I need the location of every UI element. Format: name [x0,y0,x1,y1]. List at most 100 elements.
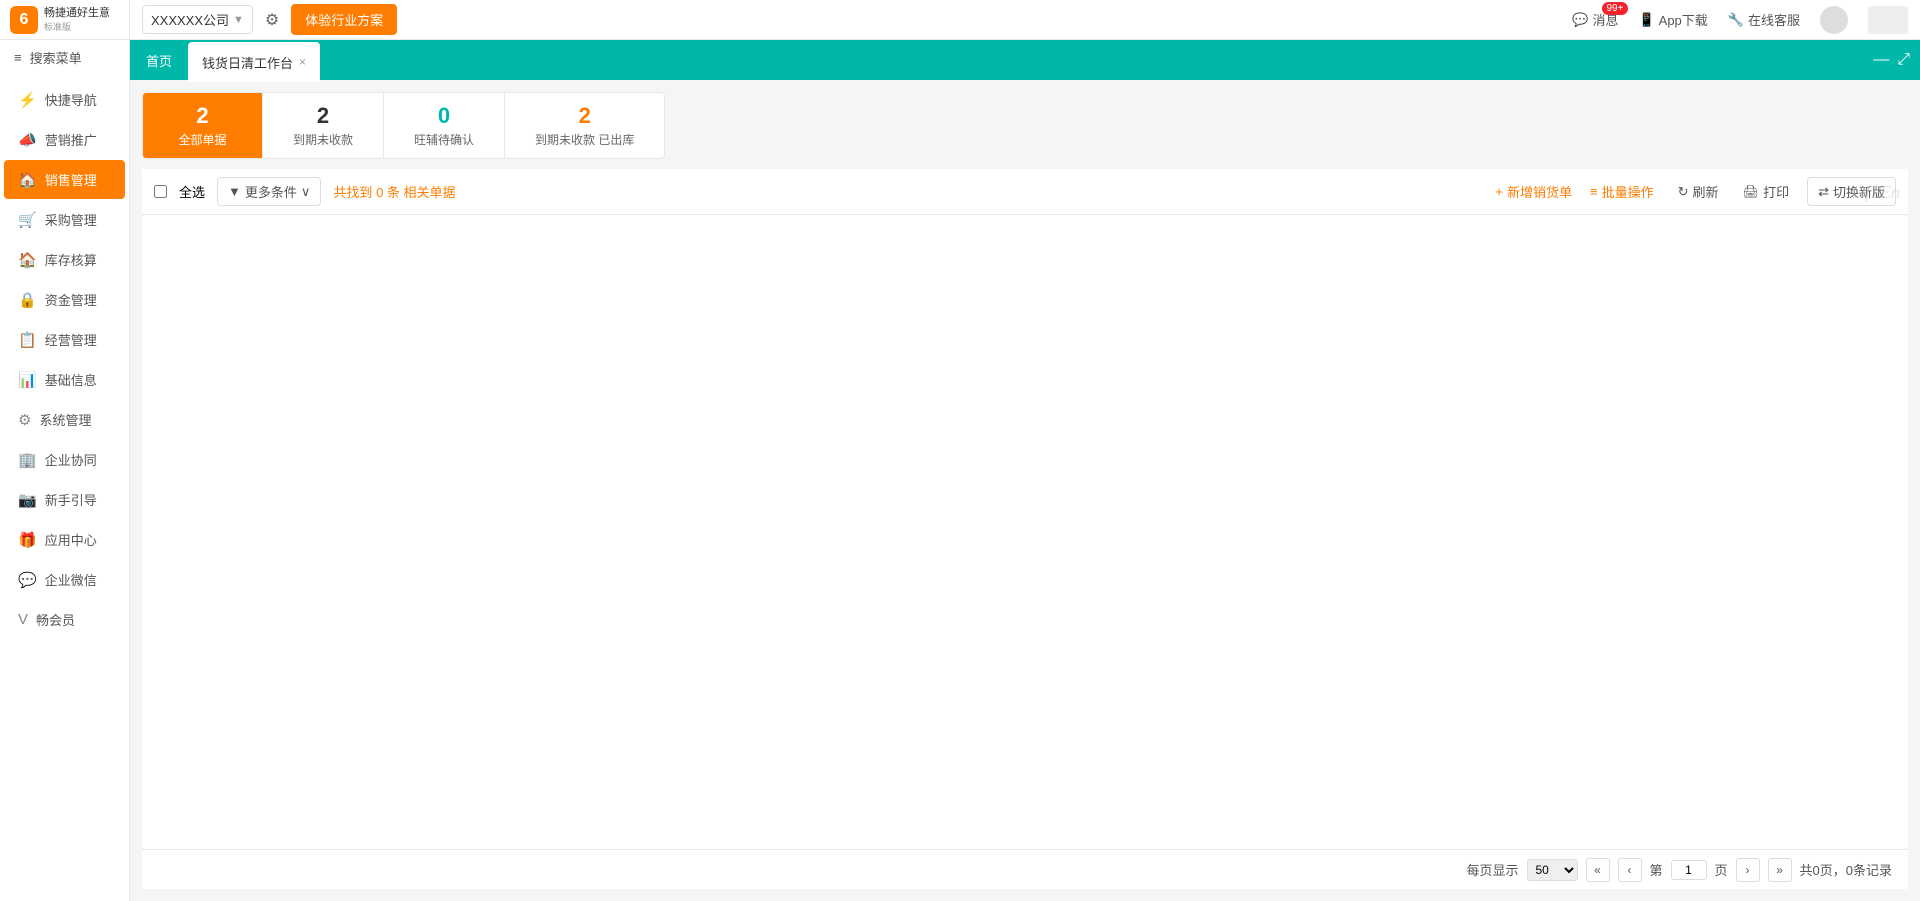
new-sale-button[interactable]: + 新增销货单 [1495,182,1572,201]
chevron-down-icon: ▼ [233,14,244,26]
stat-all-number: 2 [173,103,232,129]
tab-home[interactable]: 首页 [130,40,188,80]
app-name: 畅捷通好生意 [44,6,110,20]
sidebar-item-app-center[interactable]: 🎁 应用中心 [4,520,125,559]
top-header: XXXXXX公司 ▼ ⚙ 体验行业方案 💬 消息 99+ 📱 App下载 🔧 在… [130,0,1920,40]
sidebar-item-label: 基础信息 [45,370,97,389]
tab-bar: 首页 钱货日清工作台 × — ⤢ [130,40,1920,80]
page-number-input[interactable] [1671,860,1707,880]
next-page-button[interactable]: › [1736,858,1760,882]
sidebar-item-weixin[interactable]: 💬 企业微信 [4,560,125,599]
filter-icon: ▼ [228,184,241,199]
sidebar-item-label: 库存核算 [45,250,97,269]
trial-button[interactable]: 体验行业方案 [291,4,397,35]
tab-qingong[interactable]: 钱货日清工作台 × [188,42,320,82]
stat-overdue-shipped-label: 到期未收款 已出库 [535,131,634,148]
logo-text-area: 畅捷通好生意 标准版 [44,6,110,33]
sidebar-item-label: 采购管理 [45,210,97,229]
refresh-button[interactable]: ↻ 刷新 [1672,178,1725,205]
sidebar-item-purchase[interactable]: 🛒 采购管理 [4,200,125,239]
page-label-prefix: 第 [1650,860,1663,879]
refresh-label: 刷新 [1693,182,1719,201]
main-content: 2 全部单据 2 到期未收款 0 旺辅待确认 2 到期未收款 已出库 全选 ▼ … [130,80,1920,901]
filter-button[interactable]: ▼ 更多条件 ∨ [217,177,321,206]
sidebar-item-label: 系统管理 [39,410,91,429]
sidebar: 6 畅捷通好生意 标准版 ≡ 搜索菜单 ⚡ 快捷导航 📣 营销推广 🏠 销售管理… [0,0,130,901]
sidebar-item-marketing[interactable]: 📣 营销推广 [4,120,125,159]
page-label-suffix: 页 [1715,860,1728,879]
stat-tab-pending[interactable]: 0 旺辅待确认 [384,93,505,158]
batch-ops-button[interactable]: ≡ 批量操作 [1584,178,1660,205]
inventory-icon: 🏠 [18,251,37,269]
online-service-btn[interactable]: 🔧 在线客服 [1728,10,1800,29]
message-btn[interactable]: 💬 消息 99+ [1572,10,1618,29]
select-all-checkbox[interactable] [154,185,167,198]
stat-pending-number: 0 [414,103,474,129]
new-sale-icon: + [1495,184,1503,199]
sidebar-item-label: 新手引导 [45,490,97,509]
tab-close-icon[interactable]: × [299,55,306,69]
guide-icon: 📷 [18,491,37,509]
sidebar-item-label: 快捷导航 [45,90,97,109]
batch-ops-label: 批量操作 [1602,182,1654,201]
search-menu-label: 搜索菜单 [30,48,82,67]
sidebar-item-basic-info[interactable]: 📊 基础信息 [4,360,125,399]
settings-icon[interactable]: ⚙ [265,10,279,30]
sidebar-item-operations[interactable]: 📋 经营管理 [4,320,125,359]
sidebar-item-capital[interactable]: 🔒 资金管理 [4,280,125,319]
stat-tab-overdue[interactable]: 2 到期未收款 [263,93,384,158]
basic-info-icon: 📊 [18,371,37,389]
user-name-area [1868,6,1908,34]
tab-minimize-button[interactable]: — [1873,51,1889,69]
per-page-label: 每页显示 [1466,860,1518,879]
stat-all-label: 全部单据 [173,131,232,148]
table-container [142,215,1908,849]
sidebar-menu: ⚡ 快捷导航 📣 营销推广 🏠 销售管理 🛒 采购管理 🏠 库存核算 🔒 资金管… [0,75,129,901]
refresh-icon: ↻ [1678,184,1689,200]
system-icon: ⚙ [18,411,31,429]
empty-content [142,215,1908,615]
app-download-label: App下载 [1659,10,1708,29]
first-page-button[interactable]: « [1586,858,1610,882]
stat-tab-overdue-shipped[interactable]: 2 到期未收款 已出库 [505,93,664,158]
filter-label: 更多条件 [245,182,297,201]
message-icon: 💬 [1572,12,1588,28]
print-button[interactable]: 🖨 打印 [1737,178,1796,205]
company-selector[interactable]: XXXXXX公司 ▼ [142,5,253,34]
message-badge: 99+ [1602,2,1629,15]
operations-icon: 📋 [18,331,37,349]
found-count-text: 共找到 0 条 相关单据 [333,182,455,201]
print-label: 打印 [1763,182,1789,201]
app-badge: 标准版 [44,20,110,33]
sidebar-item-guide[interactable]: 📷 新手引导 [4,480,125,519]
tab-bar-actions: — ⤢ [1873,51,1920,69]
stat-tab-all[interactable]: 2 全部单据 [143,93,263,158]
last-page-button[interactable]: » [1768,858,1792,882]
app-download-btn[interactable]: 📱 App下载 [1638,10,1707,29]
sidebar-item-system[interactable]: ⚙ 系统管理 [4,400,125,439]
sidebar-item-quick-nav[interactable]: ⚡ 快捷导航 [4,80,125,119]
stat-tabs: 2 全部单据 2 到期未收款 0 旺辅待确认 2 到期未收款 已出库 [142,92,665,159]
header-right: 💬 消息 99+ 📱 App下载 🔧 在线客服 [1572,6,1908,34]
online-service-label: 在线客服 [1748,10,1800,29]
tab-maximize-button[interactable]: ⤢ [1897,51,1910,69]
enterprise-icon: 🏢 [18,451,37,469]
avatar[interactable] [1820,6,1848,34]
search-icon: ≡ [14,50,22,65]
sidebar-item-sales[interactable]: 🏠 销售管理 [4,160,125,199]
sidebar-item-label: 应用中心 [45,530,97,549]
sidebar-item-inventory[interactable]: 🏠 库存核算 [4,240,125,279]
sidebar-item-enterprise[interactable]: 🏢 企业协同 [4,440,125,479]
sidebar-item-label: 经营管理 [45,330,97,349]
sidebar-item-member[interactable]: V 畅会员 [4,600,125,639]
content-area: 2 全部单据 2 到期未收款 0 旺辅待确认 2 到期未收款 已出库 全选 ▼ … [130,80,1920,901]
sidebar-search[interactable]: ≡ 搜索菜单 [0,40,129,75]
capital-icon: 🔒 [18,291,37,309]
app-logo-icon: 6 [10,6,38,34]
per-page-select[interactable]: 50 100 200 [1527,859,1578,881]
total-records-text: 共0页，0条记录 [1800,860,1892,879]
stat-overdue-shipped-number: 2 [535,103,634,129]
app-center-icon: 🎁 [18,531,37,549]
prev-page-button[interactable]: ‹ [1618,858,1642,882]
sidebar-item-label: 营销推广 [45,130,97,149]
